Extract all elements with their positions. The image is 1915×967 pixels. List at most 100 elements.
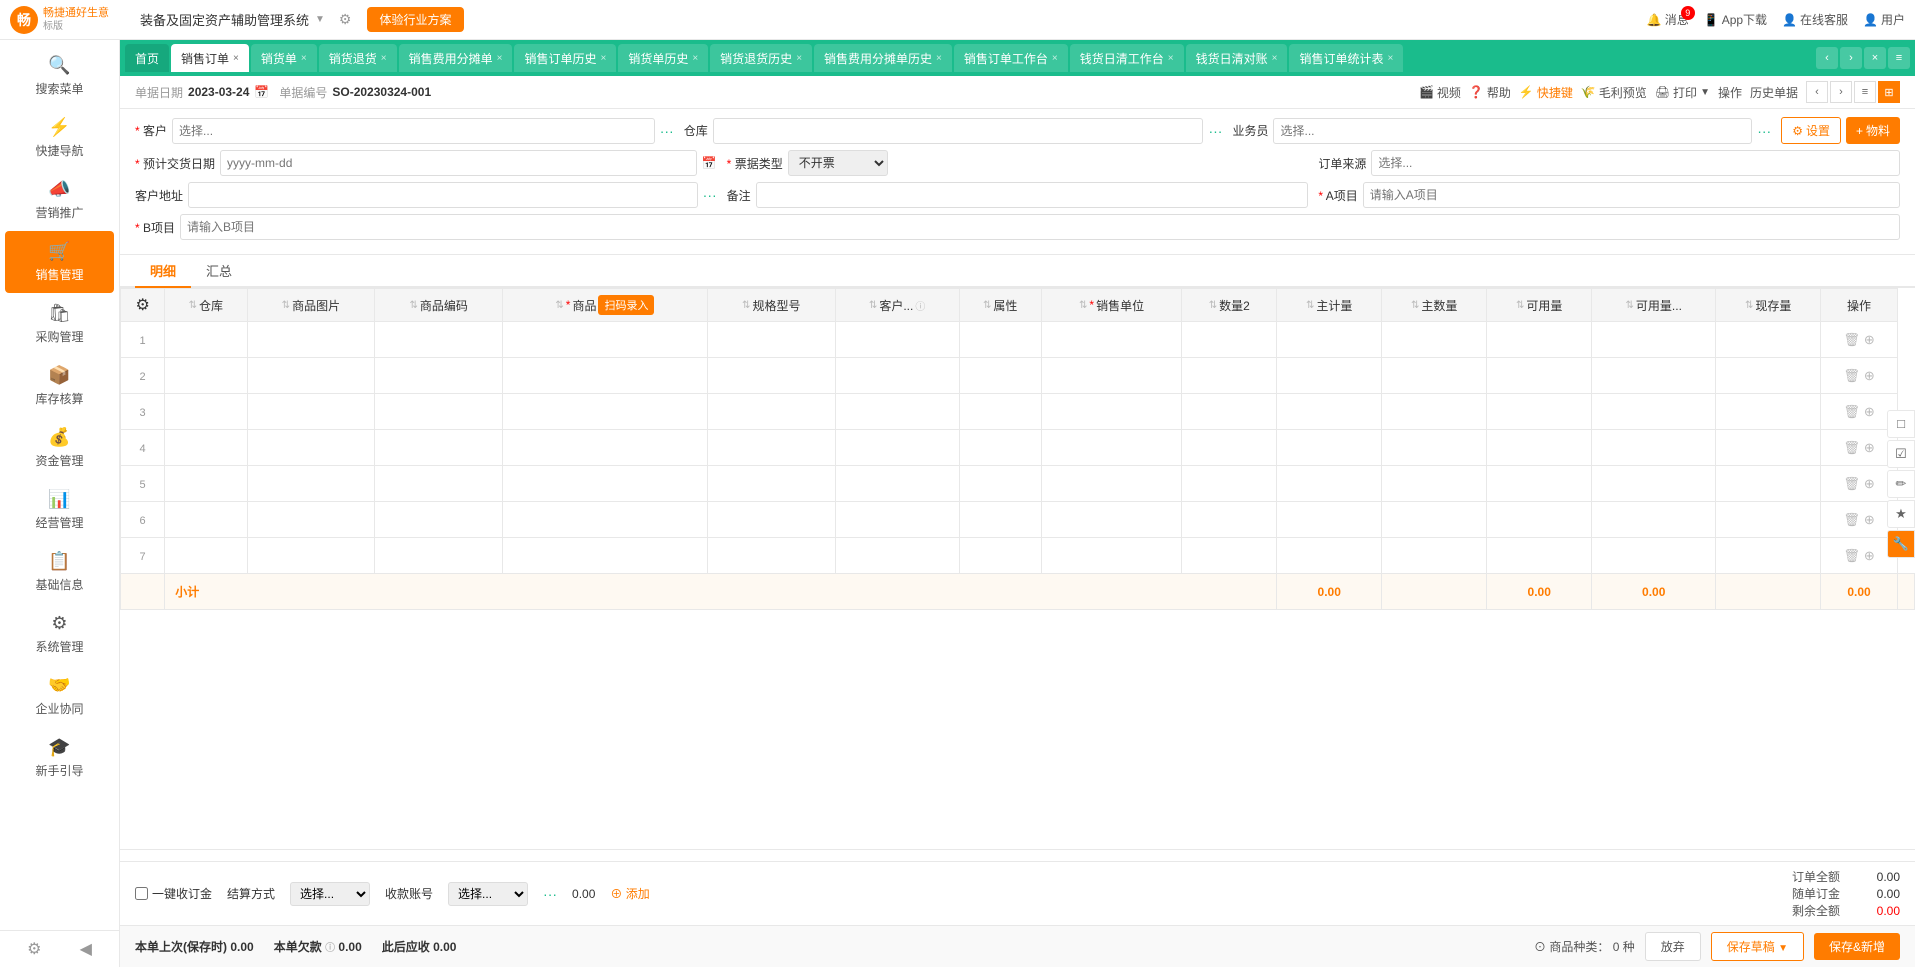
add-deposit-btn[interactable]: ⊕ 添加 <box>610 885 649 902</box>
warehouse-dots[interactable]: ··· <box>1208 123 1222 139</box>
salesperson-input[interactable] <box>1273 118 1752 144</box>
scan-button[interactable]: 扫码录入 <box>598 295 654 315</box>
customer-address-input[interactable] <box>188 182 698 208</box>
th-config[interactable]: ⚙ <box>121 289 165 322</box>
copy-icon[interactable]: ⊕ <box>1864 332 1875 348</box>
delete-icon[interactable]: 🗑 <box>1843 476 1860 492</box>
tab-close-sales-expense[interactable]: × <box>497 53 503 64</box>
float-btn-tool[interactable]: 🔧 <box>1887 530 1915 558</box>
notification-bell[interactable]: 🔔 消息 9 <box>1647 11 1689 28</box>
help-btn[interactable]: ❓ 帮助 <box>1469 84 1511 101</box>
delete-icon[interactable]: 🗑 <box>1843 368 1860 384</box>
tab-close-sales-return[interactable]: × <box>381 53 387 64</box>
sidebar-item-basicinfo[interactable]: 📋 基础信息 <box>0 541 119 603</box>
sidebar-item-system[interactable]: ⚙ 系统管理 <box>0 603 119 665</box>
sidebar-item-quicknav[interactable]: ⚡ 快捷导航 <box>0 107 119 169</box>
sidebar-item-finance[interactable]: 💰 资金管理 <box>0 417 119 479</box>
float-btn-check[interactable]: ☑ <box>1887 440 1915 468</box>
tab-close-sales-order[interactable]: × <box>233 53 239 64</box>
deposit-checkbox-input[interactable] <box>135 887 148 900</box>
industry-button[interactable]: 体验行业方案 <box>367 7 463 32</box>
view-btn[interactable]: 🎬 视频 <box>1419 84 1461 101</box>
tab-order-workbench[interactable]: 销售订单工作台 × <box>954 44 1068 72</box>
sidebar-item-inventory[interactable]: 📦 库存核算 <box>0 355 119 417</box>
layout-btn-next[interactable]: › <box>1830 81 1852 103</box>
copy-icon[interactable]: ⊕ <box>1864 548 1875 564</box>
one-click-deposit-checkbox[interactable]: 一键收订金 <box>135 885 212 902</box>
tab-cashflow-reconcile[interactable]: 钱货日清对账 × <box>1186 44 1288 72</box>
tab-next-btn[interactable]: › <box>1840 47 1862 69</box>
project-b-input[interactable] <box>180 214 1900 240</box>
system-dropdown-arrow[interactable]: ▼ <box>315 14 325 25</box>
gear-icon[interactable]: ⚙ <box>339 11 352 28</box>
tab-close-sales-stats[interactable]: × <box>1387 53 1393 64</box>
tab-cashflow-workbench[interactable]: 钱货日清工作台 × <box>1070 44 1184 72</box>
horizontal-scrollbar[interactable] <box>120 849 1915 861</box>
customer-input[interactable] <box>172 118 655 144</box>
copy-icon[interactable]: ⊕ <box>1864 440 1875 456</box>
profit-btn[interactable]: 🌾 毛利预览 <box>1581 84 1647 101</box>
tab-sales-return[interactable]: 销货退货 × <box>319 44 397 72</box>
float-btn-edit[interactable]: ✏ <box>1887 470 1915 498</box>
tab-home[interactable]: 首页 <box>125 44 169 72</box>
warehouse-input[interactable]: 成品库 <box>713 118 1204 144</box>
note-input[interactable] <box>756 182 1309 208</box>
copy-icon[interactable]: ⊕ <box>1864 512 1875 528</box>
float-btn-star[interactable]: ★ <box>1887 500 1915 528</box>
tab-sales-stats[interactable]: 销售订单统计表 × <box>1289 44 1403 72</box>
layout-btn-list[interactable]: ≡ <box>1854 81 1876 103</box>
app-download-btn[interactable]: 📱 App下载 <box>1704 11 1767 28</box>
save-draft-button[interactable]: 保存草稿 ▼ <box>1711 932 1804 961</box>
calendar-icon[interactable]: 📅 <box>254 85 269 99</box>
sidebar-item-marketing[interactable]: 📣 营销推广 <box>0 169 119 231</box>
copy-icon[interactable]: ⊕ <box>1864 368 1875 384</box>
tab-close-order-history[interactable]: × <box>600 53 606 64</box>
settings-icon-bottom[interactable]: ⚙ <box>27 939 41 959</box>
user-avatar[interactable]: 👤 用户 <box>1863 11 1905 28</box>
tab-return-history[interactable]: 销货退货历史 × <box>710 44 812 72</box>
receipt-dots[interactable]: ··· <box>543 886 557 902</box>
tab-close-order-workbench[interactable]: × <box>1052 53 1058 64</box>
tab-close-invoice[interactable]: × <box>301 53 307 64</box>
sidebar-item-cooperation[interactable]: 🤝 企业协同 <box>0 665 119 727</box>
operate-btn[interactable]: 操作 <box>1718 84 1742 101</box>
tab-expense-history[interactable]: 销售费用分摊单历史 × <box>814 44 952 72</box>
discard-button[interactable]: 放弃 <box>1645 932 1701 961</box>
history-btn[interactable]: 历史单据 <box>1750 84 1798 101</box>
tab-close-return-history[interactable]: × <box>796 53 802 64</box>
delete-icon[interactable]: 🗑 <box>1843 332 1860 348</box>
sub-tab-detail[interactable]: 明细 <box>135 255 191 288</box>
sidebar-item-purchase[interactable]: 🛍 采购管理 <box>0 293 119 355</box>
print-btn[interactable]: 🖨 打印 ▼ <box>1655 84 1710 101</box>
material-btn[interactable]: + 物料 <box>1846 117 1900 144</box>
receipt-account-select[interactable]: 选择... <box>448 882 528 906</box>
settings-btn[interactable]: ⚙ 设置 <box>1781 117 1841 144</box>
invoice-type-select[interactable]: 不开票 <box>788 150 888 176</box>
tab-close-all-btn[interactable]: × <box>1864 47 1886 69</box>
customer-dots[interactable]: ··· <box>660 123 674 139</box>
address-dots[interactable]: ··· <box>703 187 717 203</box>
save-new-button[interactable]: 保存&新增 <box>1814 933 1900 960</box>
tab-close-invoice-history[interactable]: × <box>692 53 698 64</box>
copy-icon[interactable]: ⊕ <box>1864 404 1875 420</box>
delete-icon[interactable]: 🗑 <box>1843 548 1860 564</box>
layout-btn-prev[interactable]: ‹ <box>1806 81 1828 103</box>
tab-invoice-history[interactable]: 销货单历史 × <box>618 44 708 72</box>
delete-icon[interactable]: 🗑 <box>1843 440 1860 456</box>
sidebar-item-sales[interactable]: 🛒 销售管理 <box>5 231 114 293</box>
collapse-sidebar-btn[interactable]: ◀ <box>80 939 92 959</box>
delete-icon[interactable]: 🗑 <box>1843 404 1860 420</box>
copy-icon[interactable]: ⊕ <box>1864 476 1875 492</box>
tab-close-cashflow-workbench[interactable]: × <box>1168 53 1174 64</box>
tab-menu-btn[interactable]: ≡ <box>1888 47 1910 69</box>
sidebar-item-guide[interactable]: 🎓 新手引导 <box>0 727 119 789</box>
layout-btn-grid[interactable]: ⊞ <box>1878 81 1900 103</box>
tab-invoice[interactable]: 销货单 × <box>251 44 317 72</box>
payment-method-select[interactable]: 选择... <box>290 882 370 906</box>
delivery-calendar-icon[interactable]: 📅 <box>702 156 717 170</box>
sidebar-item-operations[interactable]: 📊 经营管理 <box>0 479 119 541</box>
order-source-input[interactable] <box>1371 150 1900 176</box>
delete-icon[interactable]: 🗑 <box>1843 512 1860 528</box>
sidebar-item-search[interactable]: 🔍 搜索菜单 <box>0 45 119 107</box>
tab-close-expense-history[interactable]: × <box>936 53 942 64</box>
